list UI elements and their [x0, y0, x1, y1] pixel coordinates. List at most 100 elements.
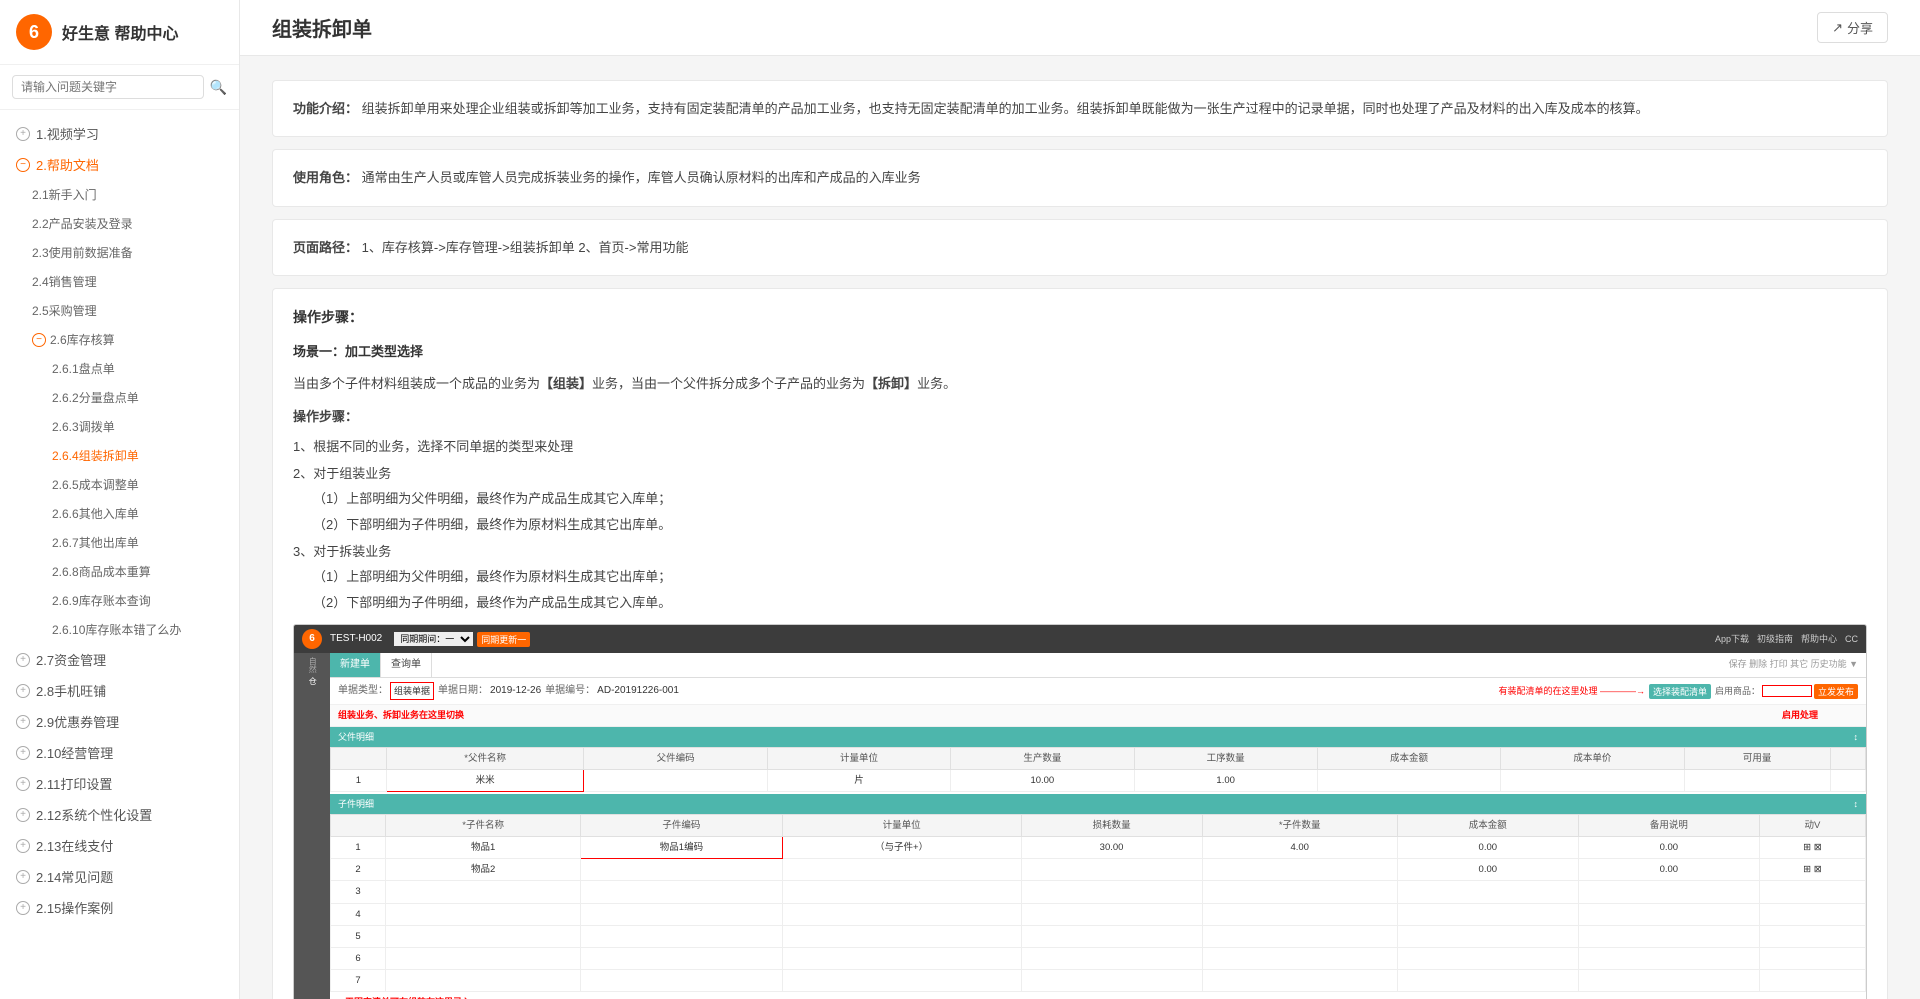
- ss-nav-guide: 初级指南: [1757, 631, 1793, 647]
- nav-tree: + 1.视频学习 − 2.帮助文档 2.1新手入门 2.2产品安装及登录 2.3…: [0, 110, 239, 999]
- page-title: 组装拆卸单: [272, 13, 372, 42]
- ss-field-label: 单据类型：: [338, 682, 388, 700]
- sidebar-item-newbie[interactable]: 2.1新手入门: [0, 180, 239, 209]
- role-label: 使用角色：: [293, 170, 358, 185]
- ss-tabs: 新建单 查询单 保存 删除 打印 其它 历史功能 ▼: [330, 653, 1866, 678]
- ss-title: TEST-H002: [330, 630, 382, 648]
- ss-col-header: 计量单位: [767, 747, 950, 769]
- ss-child-cost: 0.00: [1397, 859, 1578, 881]
- ss-parent-code: [584, 769, 767, 791]
- sidebar-item-docs[interactable]: − 2.帮助文档: [0, 149, 239, 180]
- expand-icon: +: [16, 777, 30, 791]
- ss-enable-input[interactable]: [1762, 685, 1812, 697]
- ss-nav-app: App下载: [1715, 631, 1749, 647]
- sidebar-item-stockdiff[interactable]: 2.6.2分量盘点单: [0, 383, 239, 412]
- step-1: 1、根据不同的业务，选择不同单据的类型来处理: [293, 435, 1867, 458]
- ss-loss-qty: [1021, 859, 1202, 881]
- sidebar: 6 好生意 帮助中心 🔍 + 1.视频学习 − 2.帮助文档 2.1新手入门 2…: [0, 0, 240, 999]
- sidebar-item-stockquery[interactable]: 2.6.9库存账本查询: [0, 586, 239, 615]
- ss-nav-2: 仓: [305, 677, 319, 685]
- table-row: 2 物品2 0.00 0.00 ⊞ ⊠: [331, 859, 1866, 881]
- logo-text: 好生意 帮助中心: [62, 20, 178, 44]
- ss-tab-query[interactable]: 查询单: [381, 653, 432, 677]
- ss-form-fields: 单据类型： 组装单据 单据日期： 2019-12-26 单据编号： AD-201…: [330, 678, 1866, 705]
- ss-toolbar-area: 同期期间：一 同期更新一: [394, 632, 1707, 647]
- sidebar-item-otheroutbound[interactable]: 2.6.7其他出库单: [0, 528, 239, 557]
- sidebar-item-inventory[interactable]: − 2.6库存核算: [0, 325, 239, 354]
- ss-col-header: 工序数量: [1134, 747, 1317, 769]
- ss-main: 新建单 查询单 保存 删除 打印 其它 历史功能 ▼ 单据类型： 组装单据: [330, 653, 1866, 999]
- ss-tab-create[interactable]: 新建单: [330, 653, 381, 677]
- ss-lower-header: 子件明细 ↕: [330, 794, 1866, 814]
- ss-col-header: [331, 815, 386, 837]
- ss-field-label: 单据编号：: [545, 682, 595, 700]
- ss-dropdown[interactable]: 同期期间：一: [394, 632, 473, 646]
- ss-avail-qty: [1684, 769, 1830, 791]
- sidebar-item-finance[interactable]: + 2.7资金管理: [0, 644, 239, 675]
- ss-row-actions: [1830, 769, 1865, 791]
- sidebar-item-print[interactable]: + 2.11打印设置: [0, 768, 239, 799]
- sidebar-item-purchase[interactable]: 2.5采购管理: [0, 296, 239, 325]
- nav-label: 2.帮助文档: [36, 155, 99, 174]
- ss-row-num: 1: [331, 769, 387, 791]
- ss-refresh-btn[interactable]: 同期更新一: [477, 632, 530, 647]
- search-icon[interactable]: 🔍: [210, 79, 227, 96]
- ss-bom-button[interactable]: 选择装配清单: [1649, 684, 1711, 699]
- ss-field-value: 组装单据: [390, 682, 434, 700]
- ss-col-header: 父件编码: [584, 747, 767, 769]
- sidebar-item-ops[interactable]: + 2.10经营管理: [0, 737, 239, 768]
- sidebar-item-cases[interactable]: + 2.15操作案例: [0, 892, 239, 923]
- ss-process-qty: 1.00: [1134, 769, 1317, 791]
- op-steps-title: 操作步骤：: [293, 305, 1867, 330]
- ss-child-action: ⊞ ⊠: [1759, 859, 1865, 881]
- scene1-steps-title: 操作步骤：: [293, 405, 1867, 428]
- search-input[interactable]: [12, 75, 204, 99]
- sidebar-item-stocktake[interactable]: 2.6.1盘点单: [0, 354, 239, 383]
- ss-confirm-btn[interactable]: 立发发布: [1814, 684, 1858, 699]
- step-2-2: （2）下部明细为子件明细，最终作为原材料生成其它出库单。: [293, 513, 1867, 536]
- sidebar-item-assembly[interactable]: 2.6.4组装拆卸单: [0, 441, 239, 470]
- ss-col-header: 生产数量: [951, 747, 1134, 769]
- ss-loss-qty: 30.00: [1021, 837, 1202, 859]
- sidebar-item-coupon[interactable]: + 2.9优惠券管理: [0, 706, 239, 737]
- sidebar-item-transfer[interactable]: 2.6.3调拨单: [0, 412, 239, 441]
- logo-bar: 6 好生意 帮助中心: [0, 0, 239, 65]
- intro-label: 功能介绍：: [293, 101, 358, 116]
- sidebar-item-stockerror[interactable]: 2.6.10库存账本错了么办: [0, 615, 239, 644]
- table-row: 3: [331, 881, 1866, 903]
- sidebar-item-costadj[interactable]: 2.6.5成本调整单: [0, 470, 239, 499]
- sidebar-item-video[interactable]: + 1.视频学习: [0, 118, 239, 149]
- share-button[interactable]: ↗ 分享: [1817, 12, 1888, 43]
- ss-type-switch-row: 组装业务、拆卸业务在这里切换 启用处理: [330, 705, 1866, 726]
- table-row: 5: [331, 925, 1866, 947]
- scene1-desc: 当由多个子件材料组装成一个成品的业务为【组装】业务，当由一个父件拆分成多个子产品…: [293, 372, 1867, 395]
- intro-section: 功能介绍： 组装拆卸单用来处理企业组装或拆卸等加工业务，支持有固定装配清单的产品…: [272, 80, 1888, 137]
- sidebar-item-customize[interactable]: + 2.12系统个性化设置: [0, 799, 239, 830]
- ss-col-header: 子件编码: [581, 815, 782, 837]
- sidebar-item-mobile[interactable]: + 2.8手机旺铺: [0, 675, 239, 706]
- sidebar-item-goodscost[interactable]: 2.6.8商品成本重算: [0, 557, 239, 586]
- sidebar-item-otherinbound[interactable]: 2.6.6其他入库单: [0, 499, 239, 528]
- screenshot-container: 6 TEST-H002 同期期间：一 同期更新一 App下载 初级指南 帮助中心…: [293, 624, 1867, 999]
- sidebar-item-faq[interactable]: + 2.14常见问题: [0, 861, 239, 892]
- ss-upper-title: 父件明细: [338, 729, 374, 745]
- ss-unit: 片: [767, 769, 950, 791]
- ss-col-header: 可用量: [1684, 747, 1830, 769]
- steps-section: 操作步骤： 场景一：加工类型选择 当由多个子件材料组装成一个成品的业务为【组装】…: [272, 288, 1888, 999]
- expand-icon: +: [16, 746, 30, 760]
- intro-text: 组装拆卸单用来处理企业组装或拆卸等加工业务，支持有固定装配清单的产品加工业务，也…: [362, 101, 1649, 116]
- sidebar-item-data[interactable]: 2.3使用前数据准备: [0, 238, 239, 267]
- ss-child-name: 物品1: [386, 837, 581, 859]
- logo-icon: 6: [16, 14, 52, 50]
- share-icon: ↗: [1832, 20, 1843, 36]
- sidebar-item-install[interactable]: 2.2产品安装及登录: [0, 209, 239, 238]
- ss-body: 自然 仓 新建单 查询单 保存 删除 打印 其它 历史功能 ▼: [294, 653, 1866, 999]
- ss-cost-unit: [1501, 769, 1684, 791]
- expand-icon: −: [32, 333, 46, 347]
- ss-field-value: 2019-12-26: [490, 682, 541, 700]
- sidebar-item-sales[interactable]: 2.4销售管理: [0, 267, 239, 296]
- ss-col-header: *子件名称: [386, 815, 581, 837]
- sidebar-item-payment[interactable]: + 2.13在线支付: [0, 830, 239, 861]
- ss-child-qty: [1202, 859, 1397, 881]
- ss-upper-actions: ↕: [1854, 729, 1859, 745]
